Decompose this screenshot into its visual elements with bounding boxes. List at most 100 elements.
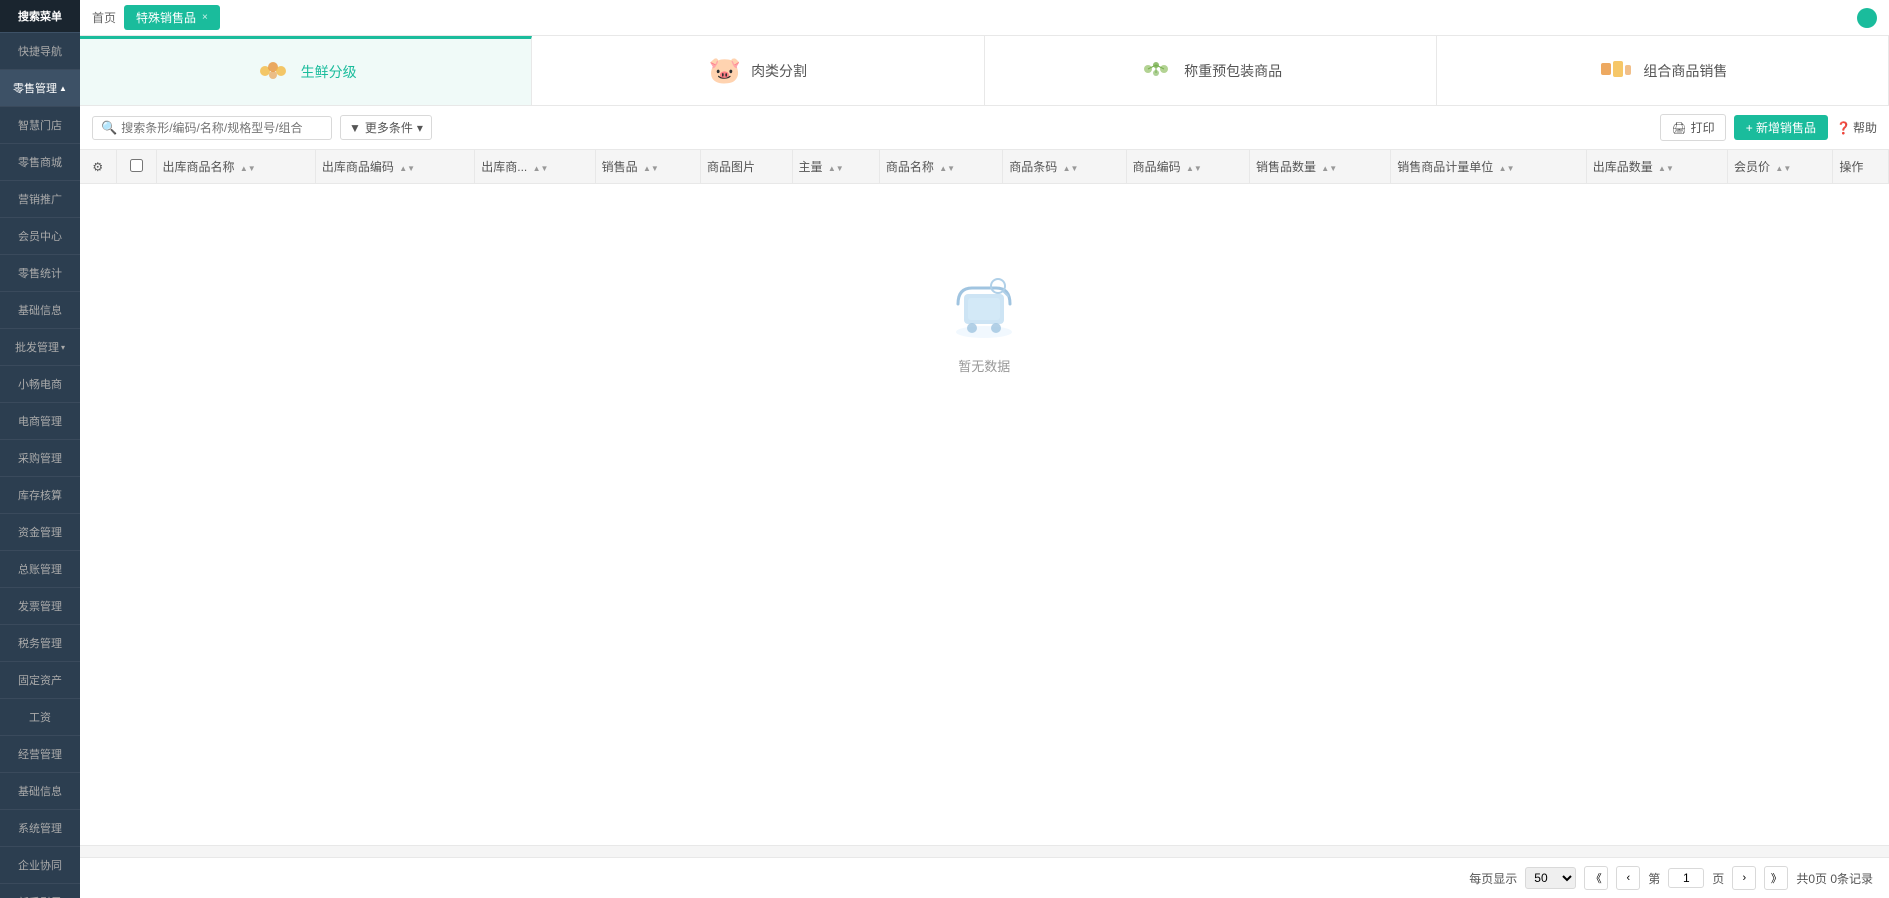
sidebar-item-label: 零售商城 bbox=[18, 154, 62, 170]
col-product-code[interactable]: 商品编码 ▲▼ bbox=[1126, 150, 1249, 184]
sidebar-item-smart-store[interactable]: 智慧门店 bbox=[0, 107, 80, 144]
col-product-name[interactable]: 商品名称 ▲▼ bbox=[879, 150, 1002, 184]
col-label: 操作 bbox=[1839, 160, 1863, 174]
page-suffix: 页 bbox=[1712, 870, 1724, 887]
page-number-input[interactable] bbox=[1668, 868, 1704, 888]
sidebar-item-retail-stats[interactable]: 零售统计 bbox=[0, 255, 80, 292]
col-out-spec[interactable]: 出库商... ▲▼ bbox=[475, 150, 595, 184]
active-tab[interactable]: 特殊销售品 × bbox=[124, 5, 220, 30]
sidebar-item-ecom-mgmt[interactable]: 电商管理 bbox=[0, 403, 80, 440]
col-gear[interactable]: ⚙ bbox=[80, 150, 116, 184]
col-out-code[interactable]: 出库商品编码 ▲▼ bbox=[315, 150, 474, 184]
sidebar-item-mini-ecom[interactable]: 小畅电商 bbox=[0, 366, 80, 403]
sidebar-item-new-guide[interactable]: 新手引导 bbox=[0, 884, 80, 898]
sort-arrows-icon: ▲▼ bbox=[240, 165, 256, 173]
sidebar-item-label: 零售管理 bbox=[13, 80, 57, 96]
col-main-weight[interactable]: 主量 ▲▼ bbox=[792, 150, 879, 184]
sidebar-item-label: 企业协同 bbox=[18, 857, 62, 873]
cat-tab-label: 肉类分割 bbox=[751, 61, 807, 81]
toolbar: 🔍 ▼ 更多条件 ▾ 🖨 打印 + 新增销售品 ❓ 帮助 bbox=[80, 106, 1889, 150]
page-label: 第 bbox=[1648, 870, 1660, 887]
col-label: 销售品 bbox=[602, 160, 638, 174]
sidebar-item-fixed-assets[interactable]: 固定资产 bbox=[0, 662, 80, 699]
cat-tab-label: 生鲜分级 bbox=[301, 62, 357, 82]
fresh-grade-icon bbox=[255, 57, 291, 88]
col-label: 出库商... bbox=[481, 160, 527, 174]
sidebar-item-label: 库存核算 bbox=[18, 487, 62, 503]
sidebar-item-capital-mgmt[interactable]: 资金管理 bbox=[0, 514, 80, 551]
col-product-img[interactable]: 商品图片 bbox=[700, 150, 792, 184]
sidebar-item-label: 小畅电商 bbox=[18, 376, 62, 392]
col-sales-qty[interactable]: 销售品数量 ▲▼ bbox=[1249, 150, 1390, 184]
last-page-button[interactable]: 》 bbox=[1764, 866, 1788, 890]
col-out-qty[interactable]: 出库品数量 ▲▼ bbox=[1586, 150, 1727, 184]
sidebar-item-wholesale-mgmt[interactable]: 批发管理 ▾ bbox=[0, 329, 80, 366]
sidebar-item-general-ledger[interactable]: 总账管理 bbox=[0, 551, 80, 588]
sidebar-item-basic-info[interactable]: 基础信息 bbox=[0, 292, 80, 329]
sidebar-item-label: 新手引导 bbox=[18, 894, 62, 898]
next-page-button[interactable]: › bbox=[1732, 866, 1756, 890]
sort-arrows-icon: ▲▼ bbox=[939, 165, 955, 173]
sidebar-item-label: 税务管理 bbox=[18, 635, 62, 651]
close-tab-icon[interactable]: × bbox=[202, 12, 208, 23]
col-sales-item[interactable]: 销售品 ▲▼ bbox=[595, 150, 700, 184]
col-checkbox[interactable] bbox=[116, 150, 156, 184]
sort-arrows-icon: ▲▼ bbox=[1063, 165, 1079, 173]
sidebar-item-purchase-mgmt[interactable]: 采购管理 bbox=[0, 440, 80, 477]
select-all-checkbox[interactable] bbox=[130, 159, 143, 172]
prev-page-button[interactable]: ‹ bbox=[1616, 866, 1640, 890]
sidebar-item-marketing[interactable]: 营销推广 bbox=[0, 181, 80, 218]
sidebar-item-member-center[interactable]: 会员中心 bbox=[0, 218, 80, 255]
col-label: 出库商品名称 bbox=[163, 160, 235, 174]
col-barcode[interactable]: 商品条码 ▲▼ bbox=[1003, 150, 1126, 184]
first-page-button[interactable]: 《 bbox=[1584, 866, 1608, 890]
sort-arrows-icon: ▲▼ bbox=[643, 165, 659, 173]
sidebar-logo: 搜索菜单 bbox=[0, 0, 80, 33]
sidebar-item-retail-mgmt[interactable]: 零售管理 ▲ bbox=[0, 70, 80, 107]
print-button[interactable]: 🖨 打印 bbox=[1660, 114, 1725, 141]
sidebar-item-tax-mgmt[interactable]: 税务管理 bbox=[0, 625, 80, 662]
sidebar-item-label: 发票管理 bbox=[18, 598, 62, 614]
last-page-icon: 》 bbox=[1771, 870, 1782, 886]
search-box[interactable]: 🔍 bbox=[92, 116, 332, 140]
user-avatar[interactable] bbox=[1857, 8, 1877, 28]
sidebar-item-sys-mgmt[interactable]: 系统管理 bbox=[0, 810, 80, 847]
sidebar-item-label: 快捷导航 bbox=[18, 43, 62, 59]
sidebar-item-label: 采购管理 bbox=[18, 450, 62, 466]
help-button[interactable]: ❓ 帮助 bbox=[1836, 119, 1877, 136]
col-member-price[interactable]: 会员价 ▲▼ bbox=[1728, 150, 1833, 184]
col-out-name[interactable]: 出库商品名称 ▲▼ bbox=[156, 150, 315, 184]
cat-tab-meat-cut[interactable]: 🐷 肉类分割 bbox=[532, 36, 984, 105]
print-icon: 🖨 bbox=[1671, 121, 1686, 135]
category-tabs: 生鲜分级 🐷 肉类分割 称重预包装商品 bbox=[80, 36, 1889, 106]
sidebar-item-enterprise-coop[interactable]: 企业协同 bbox=[0, 847, 80, 884]
data-table: ⚙ 出库商品名称 ▲▼ 出库商品编码 ▲▼ 出库商... bbox=[80, 150, 1889, 455]
sidebar-item-salary[interactable]: 工资 bbox=[0, 699, 80, 736]
sidebar-item-basic-info2[interactable]: 基础信息 bbox=[0, 773, 80, 810]
per-page-select[interactable]: 10 20 50 100 bbox=[1525, 867, 1576, 889]
empty-illustration bbox=[944, 264, 1024, 344]
search-input[interactable] bbox=[121, 121, 321, 135]
col-label: 商品名称 bbox=[886, 160, 934, 174]
sidebar-item-invoice-mgmt[interactable]: 发票管理 bbox=[0, 588, 80, 625]
cat-tab-fresh-grade[interactable]: 生鲜分级 bbox=[80, 36, 532, 105]
sidebar-item-label: 资金管理 bbox=[18, 524, 62, 540]
topbar-right bbox=[1857, 8, 1877, 28]
sort-arrows-icon: ▲▼ bbox=[399, 165, 415, 173]
new-item-button[interactable]: + 新增销售品 bbox=[1734, 115, 1828, 140]
per-page-label: 每页显示 bbox=[1469, 870, 1517, 887]
cat-tab-weight-prepack[interactable]: 称重预包装商品 bbox=[985, 36, 1437, 105]
cat-tab-combo-sales[interactable]: 组合商品销售 bbox=[1437, 36, 1889, 105]
sidebar-item-ops-mgmt[interactable]: 经营管理 bbox=[0, 736, 80, 773]
col-sales-unit[interactable]: 销售商品计量单位 ▲▼ bbox=[1391, 150, 1586, 184]
filter-button[interactable]: ▼ 更多条件 ▾ bbox=[340, 115, 432, 140]
sidebar-item-label: 总账管理 bbox=[18, 561, 62, 577]
sidebar-item-label: 基础信息 bbox=[18, 302, 62, 318]
horizontal-scrollbar[interactable] bbox=[80, 845, 1889, 857]
sidebar-item-quick-nav[interactable]: 快捷导航 bbox=[0, 33, 80, 70]
total-label: 共0页 0条记录 bbox=[1796, 870, 1873, 887]
filter-icon: ▼ bbox=[349, 121, 361, 135]
sidebar-item-retail-mall[interactable]: 零售商城 bbox=[0, 144, 80, 181]
home-link[interactable]: 首页 bbox=[92, 9, 116, 26]
sidebar-item-inventory[interactable]: 库存核算 bbox=[0, 477, 80, 514]
